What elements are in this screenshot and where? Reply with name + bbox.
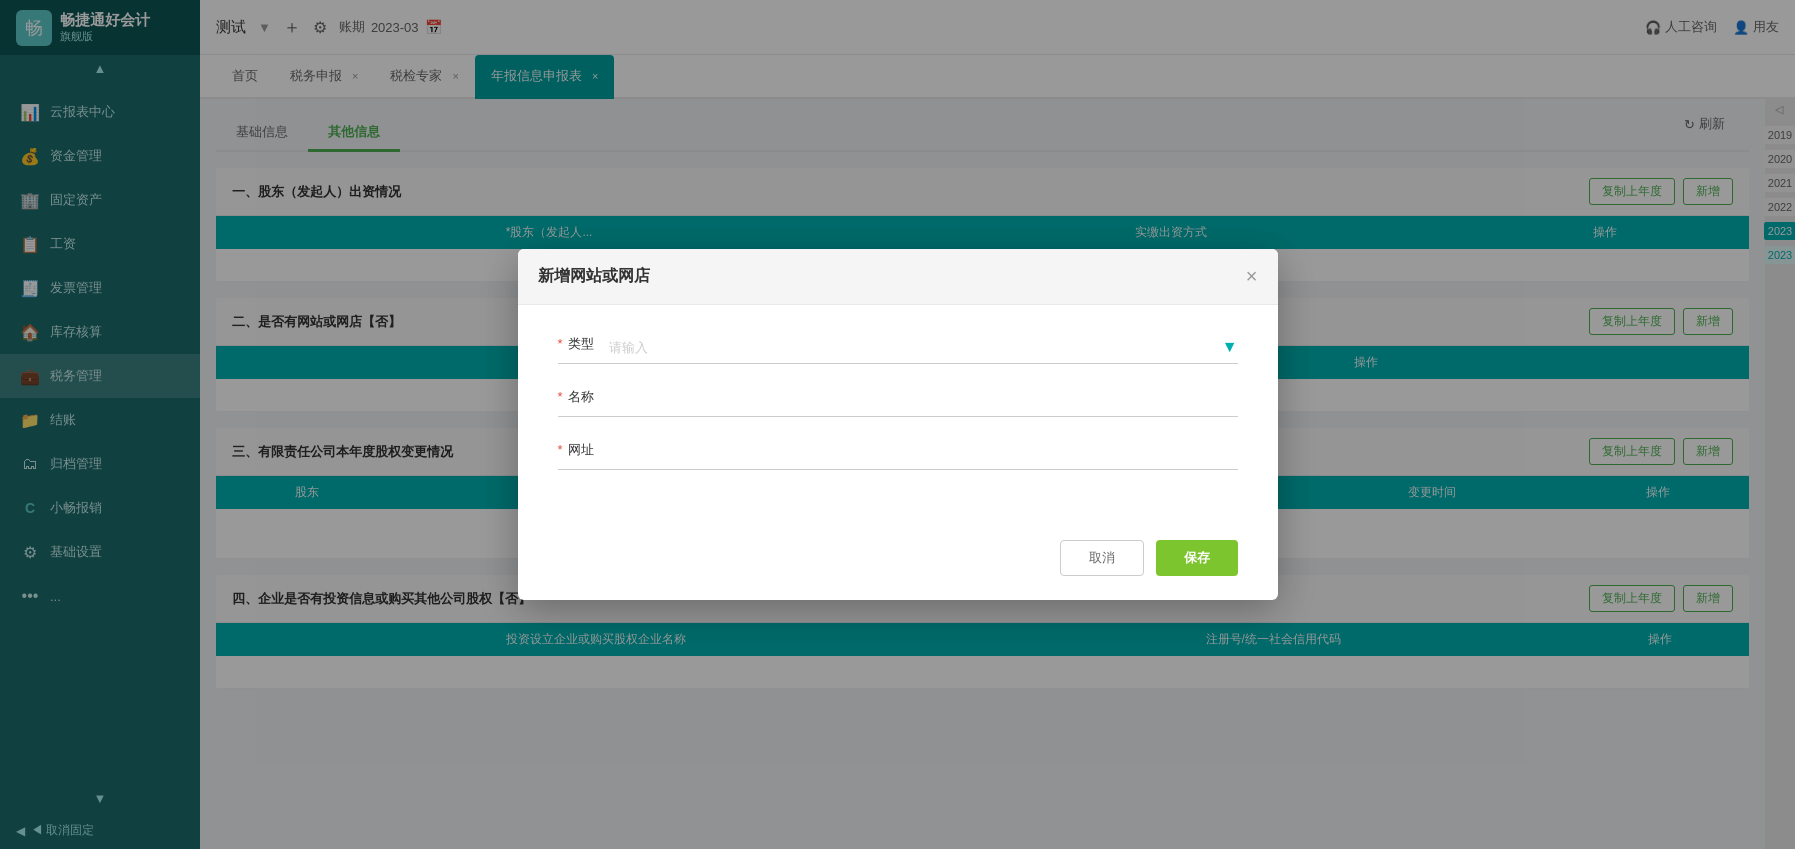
form-row-name: * 名称 [558, 388, 1238, 417]
name-input[interactable] [609, 389, 1237, 412]
modal-footer: 取消 保存 [518, 524, 1278, 600]
modal-title: 新增网站或网店 [538, 266, 650, 287]
modal-close-icon[interactable]: × [1246, 265, 1258, 288]
form-type-wrap: * 类型 ▼ [558, 335, 1238, 364]
form-row-type: * 类型 ▼ [558, 335, 1238, 364]
modal-overlay: 新增网站或网店 × * 类型 ▼ * [0, 0, 1795, 849]
type-label-text: 类型 [568, 336, 594, 351]
url-label: * 网址 [558, 441, 595, 459]
type-required: * [558, 336, 563, 351]
type-input[interactable] [609, 336, 1221, 359]
url-label-text: 网址 [568, 442, 594, 457]
form-url-wrap: * 网址 [558, 441, 1238, 470]
modal-body: * 类型 ▼ * 名称 [518, 305, 1278, 524]
name-required: * [558, 389, 563, 404]
modal-header: 新增网站或网店 × [518, 249, 1278, 305]
url-required: * [558, 442, 563, 457]
cancel-button[interactable]: 取消 [1060, 540, 1144, 576]
form-row-url: * 网址 [558, 441, 1238, 470]
type-dropdown-icon[interactable]: ▼ [1222, 338, 1238, 356]
save-button[interactable]: 保存 [1156, 540, 1238, 576]
type-label: * 类型 [558, 335, 595, 353]
name-label: * 名称 [558, 388, 595, 406]
url-input[interactable] [609, 442, 1237, 465]
modal-add-website: 新增网站或网店 × * 类型 ▼ * [518, 249, 1278, 600]
form-name-wrap: * 名称 [558, 388, 1238, 417]
name-label-text: 名称 [568, 389, 594, 404]
